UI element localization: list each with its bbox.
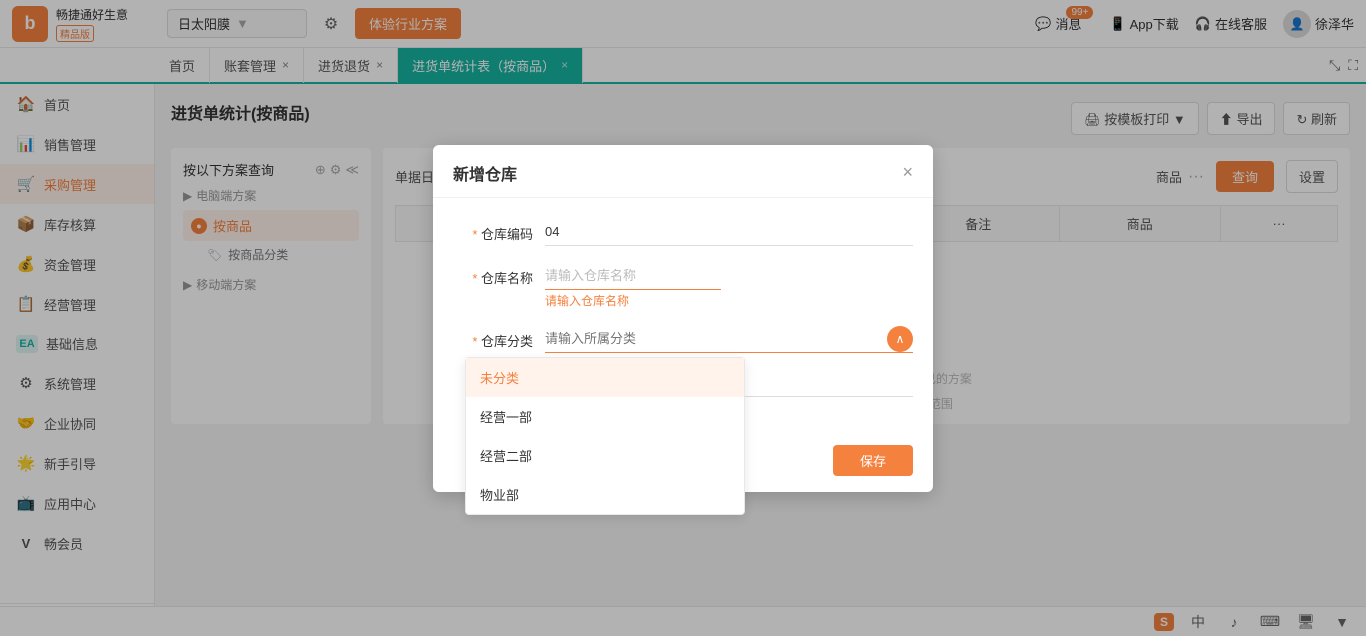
- modal-body: 仓库编码 仓库名称 请输入仓库名称 仓库分类 ∧ 未分类: [433, 198, 933, 433]
- category-dropdown-list: 未分类 经营一部 经营二部 物业部: [465, 357, 745, 515]
- name-label: 仓库名称: [453, 262, 533, 287]
- dropdown-arrow-icon[interactable]: ∧: [887, 326, 913, 352]
- name-input-container: 请输入仓库名称: [545, 262, 913, 309]
- dropdown-option-dept2[interactable]: 经营二部: [466, 436, 744, 475]
- modal-header: 新增仓库 ×: [433, 145, 933, 198]
- dropdown-option-uncategorized[interactable]: 未分类: [466, 358, 744, 397]
- category-input[interactable]: [545, 325, 913, 353]
- form-row-code: 仓库编码: [453, 218, 913, 246]
- modal-warehouse: 新增仓库 × 仓库编码 仓库名称 请输入仓库名称 仓库分类: [433, 145, 933, 492]
- code-label: 仓库编码: [453, 218, 533, 243]
- form-row-category: 仓库分类 ∧ 未分类 经营一部 经营二部 物业部: [453, 325, 913, 353]
- dropdown-option-property[interactable]: 物业部: [466, 475, 744, 514]
- dropdown-option-dept1[interactable]: 经营一部: [466, 397, 744, 436]
- warehouse-code-input[interactable]: [545, 218, 913, 246]
- save-button[interactable]: 保存: [833, 445, 913, 476]
- category-label: 仓库分类: [453, 325, 533, 350]
- modal-close-button[interactable]: ×: [902, 162, 913, 183]
- name-error-message: 请输入仓库名称: [545, 292, 913, 309]
- category-dropdown-container: ∧ 未分类 经营一部 经营二部 物业部: [545, 325, 913, 353]
- form-row-name: 仓库名称 请输入仓库名称: [453, 262, 913, 309]
- modal-overlay[interactable]: 新增仓库 × 仓库编码 仓库名称 请输入仓库名称 仓库分类: [0, 0, 1366, 636]
- modal-title: 新增仓库: [453, 161, 517, 185]
- warehouse-name-input[interactable]: [545, 262, 721, 290]
